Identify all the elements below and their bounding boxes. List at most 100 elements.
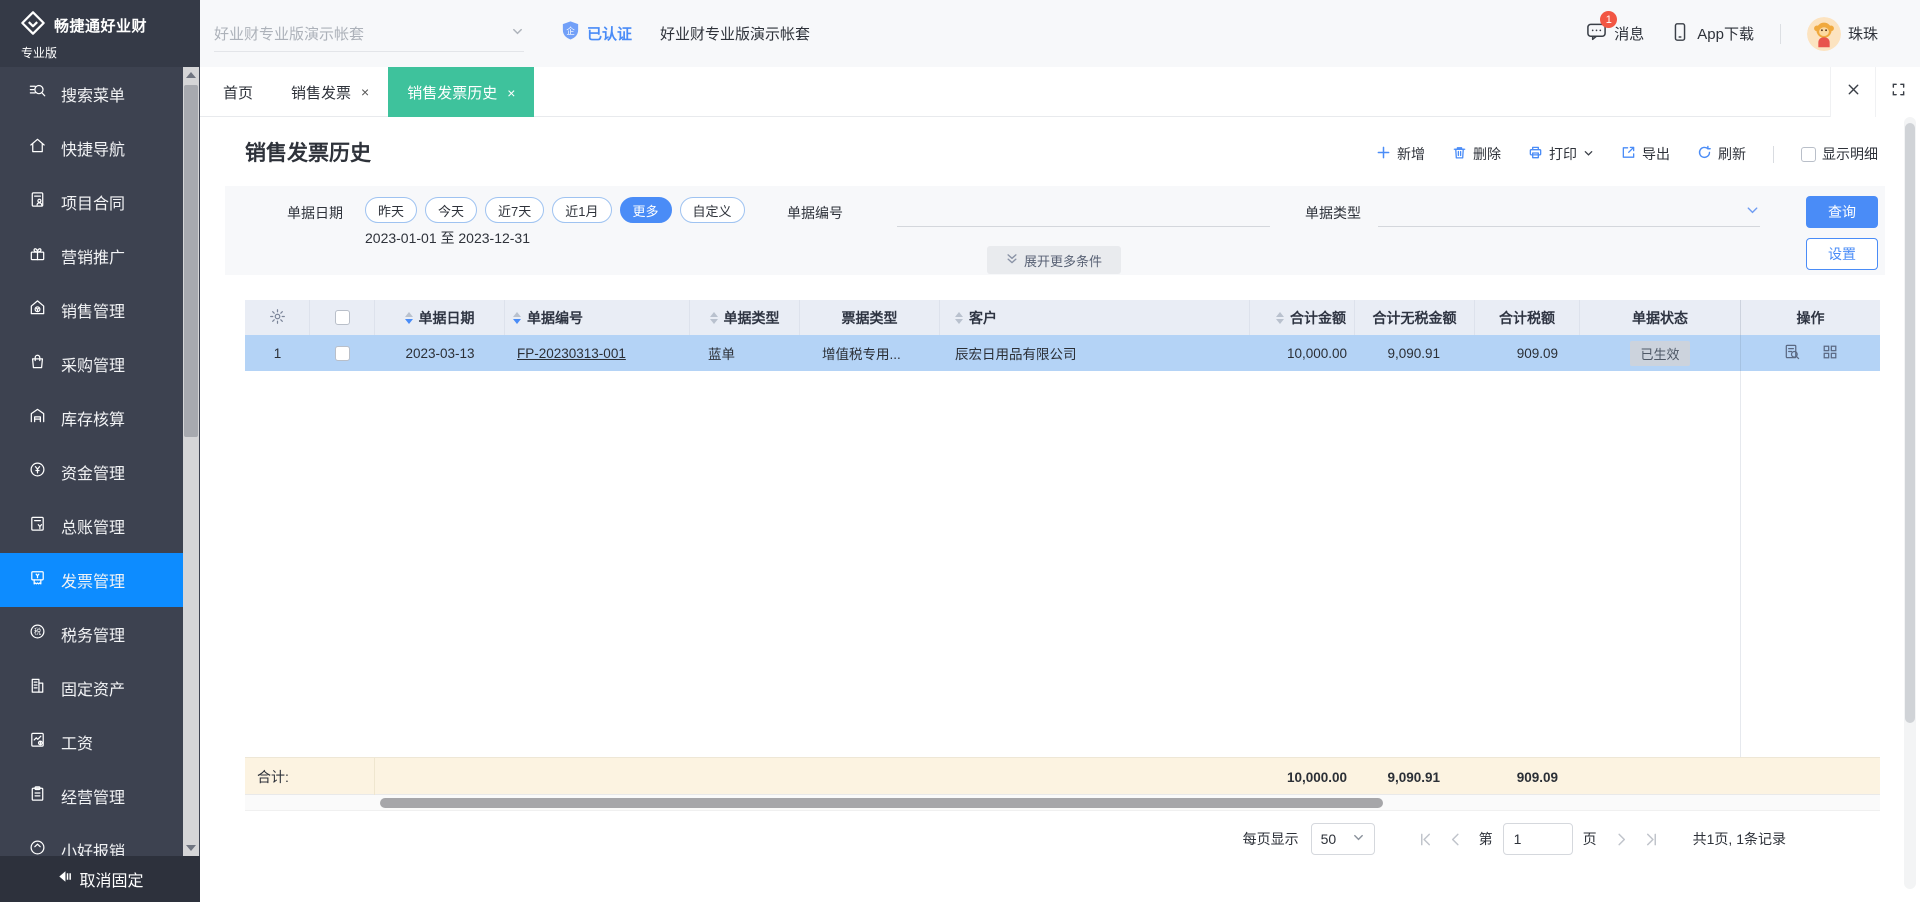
gift-icon [28, 244, 47, 268]
close-all-tabs-button[interactable] [1830, 67, 1875, 117]
add-button[interactable]: 新增 [1376, 144, 1425, 164]
unpin-sidebar-button[interactable]: 取消固定 [0, 856, 200, 902]
expand-more-conditions-button[interactable]: 展开更多条件 [987, 246, 1121, 274]
fullscreen-button[interactable] [1875, 67, 1920, 117]
table-row[interactable]: 1 2023-03-13 FP-20230313-001 蓝单 增值税专用...… [245, 335, 1880, 371]
sort-icon[interactable] [955, 311, 963, 324]
sidebar-item-invoice-management[interactable]: 发票管理 [0, 553, 183, 607]
header-invoice-type[interactable]: 票据类型 [800, 300, 940, 335]
sidebar-item-funds[interactable]: 资金管理 [0, 445, 183, 499]
sidebar-scrollbar-thumb[interactable] [184, 85, 198, 437]
certified-badge[interactable]: 企 已认证 [560, 20, 632, 46]
sidebar-item-operations[interactable]: 经营管理 [0, 769, 183, 823]
export-button[interactable]: 导出 [1621, 144, 1670, 164]
sidebar-item-marketing[interactable]: 营销推广 [0, 229, 183, 283]
vertical-scrollbar-thumb[interactable] [1905, 123, 1915, 723]
last-page-button[interactable] [1637, 823, 1667, 855]
user-name: 珠珠 [1847, 26, 1878, 43]
row-checkbox[interactable] [335, 345, 350, 361]
tab-close-icon[interactable]: × [507, 85, 515, 101]
header-amount[interactable]: 合计金额 [1250, 300, 1355, 335]
scroll-down-icon[interactable] [183, 840, 199, 856]
refresh-label: 刷新 [1718, 146, 1746, 162]
query-button[interactable]: 查询 [1806, 196, 1878, 228]
tab-home[interactable]: 首页 [204, 67, 272, 117]
sidebar-item-general-ledger[interactable]: 总账管理 [0, 499, 183, 553]
grid-view-icon[interactable] [1822, 344, 1838, 363]
app-download-label: App下载 [1697, 26, 1754, 43]
sidebar-item-search-menu[interactable]: 搜索菜单 [0, 67, 183, 121]
chip-more[interactable]: 更多 [619, 197, 672, 223]
pagination-bar: 每页显示 50 第 页 共1页, 1条记录 [1243, 823, 1786, 855]
sort-icon[interactable] [709, 311, 718, 324]
header-customer[interactable]: 客户 [940, 300, 1250, 335]
horizontal-scrollbar-thumb[interactable] [380, 798, 1383, 808]
account-selector[interactable]: 好业财专业版演示帐套 [214, 16, 524, 52]
sidebar-item-label: 搜索菜单 [61, 88, 126, 105]
show-detail-label: 显示明细 [1822, 146, 1878, 162]
show-detail-checkbox[interactable] [1801, 146, 1816, 162]
sidebar-item-sales[interactable]: 销售管理 [0, 283, 183, 337]
sidebar-item-fixed-assets[interactable]: 固定资产 [0, 661, 183, 715]
header-doc-no[interactable]: 单据编号 [505, 300, 690, 335]
chip-today[interactable]: 今天 [425, 197, 478, 223]
date-range-value[interactable]: 2023-01-01 至 2023-12-31 [365, 228, 530, 248]
sidebar-item-label: 项目合同 [61, 196, 126, 213]
search-icon [28, 82, 47, 106]
preview-doc-icon[interactable] [1783, 343, 1800, 363]
tax-icon: 税 [28, 622, 47, 646]
page-number-input[interactable] [1502, 823, 1573, 855]
sidebar-item-tax[interactable]: 税 税务管理 [0, 607, 183, 661]
chip-last7days[interactable]: 近7天 [485, 197, 545, 223]
select-all-checkbox[interactable] [334, 310, 350, 325]
brand-logo: 畅捷通好业财 专业版 [0, 0, 200, 67]
horizontal-scrollbar[interactable] [245, 795, 1880, 811]
topbar: 好业财专业版演示帐套 企 已认证 好业财专业版演示帐套 消息 1 App下载 珠… [200, 0, 1920, 67]
sort-icon[interactable] [1276, 311, 1284, 324]
sidebar-scrollbar[interactable] [183, 67, 199, 856]
header-status[interactable]: 单据状态 [1580, 300, 1740, 335]
header-net-amount[interactable]: 合计无税金额 [1355, 300, 1475, 335]
sidebar-item-purchase[interactable]: 采购管理 [0, 337, 183, 391]
sidebar-item-project-contract[interactable]: 项目合同 [0, 175, 183, 229]
delete-button[interactable]: 删除 [1452, 144, 1501, 164]
tab-sales-invoice[interactable]: 销售发票 × [272, 67, 388, 117]
sidebar-item-quick-nav[interactable]: 快捷导航 [0, 121, 183, 175]
sidebar-item-payroll[interactable]: 工资 [0, 715, 183, 769]
sort-icon[interactable] [513, 311, 521, 324]
header-actions: 操作 [1740, 300, 1880, 335]
vertical-scrollbar[interactable] [1904, 117, 1916, 889]
prev-page-button[interactable] [1441, 823, 1471, 855]
first-page-button[interactable] [1411, 823, 1441, 855]
next-page-button[interactable] [1607, 823, 1637, 855]
sort-icon[interactable] [404, 311, 413, 324]
double-chevron-down-icon [1006, 253, 1018, 268]
sidebar-item-inventory[interactable]: 库存核算 [0, 391, 183, 445]
scroll-up-icon[interactable] [183, 67, 199, 83]
column-settings-button[interactable] [245, 300, 310, 335]
header-tax[interactable]: 合计税额 [1475, 300, 1580, 335]
doc-no-link[interactable]: FP-20230313-001 [517, 346, 626, 361]
header-doc-type[interactable]: 单据类型 [690, 300, 800, 335]
sidebar-item-reimburse[interactable]: 小好报销 [0, 823, 183, 856]
print-button[interactable]: 打印 [1528, 144, 1594, 164]
tab-label: 销售发票历史 [407, 85, 498, 102]
chip-last-month[interactable]: 近1月 [552, 197, 612, 223]
messages-button[interactable]: 消息 1 [1586, 11, 1644, 46]
settings-button[interactable]: 设置 [1806, 238, 1878, 270]
per-page-select[interactable]: 50 [1310, 823, 1375, 855]
total-amount: 10,000.00 [1286, 769, 1347, 785]
header-doc-date[interactable]: 单据日期 [375, 300, 505, 335]
doc-type-select[interactable] [1378, 199, 1760, 227]
doc-no-input[interactable] [897, 199, 1270, 227]
show-detail-toggle[interactable]: 显示明细 [1801, 144, 1878, 164]
fixed-column-divider [1740, 371, 1741, 757]
user-menu[interactable]: 珠珠 [1806, 16, 1878, 51]
refresh-button[interactable]: 刷新 [1697, 144, 1746, 164]
phone-icon [1670, 22, 1690, 46]
tab-close-icon[interactable]: × [361, 84, 369, 100]
app-download-button[interactable]: App下载 [1670, 22, 1754, 46]
chip-yesterday[interactable]: 昨天 [365, 197, 418, 223]
chip-custom[interactable]: 自定义 [679, 197, 745, 223]
tab-sales-invoice-history[interactable]: 销售发票历史 × [388, 67, 535, 118]
